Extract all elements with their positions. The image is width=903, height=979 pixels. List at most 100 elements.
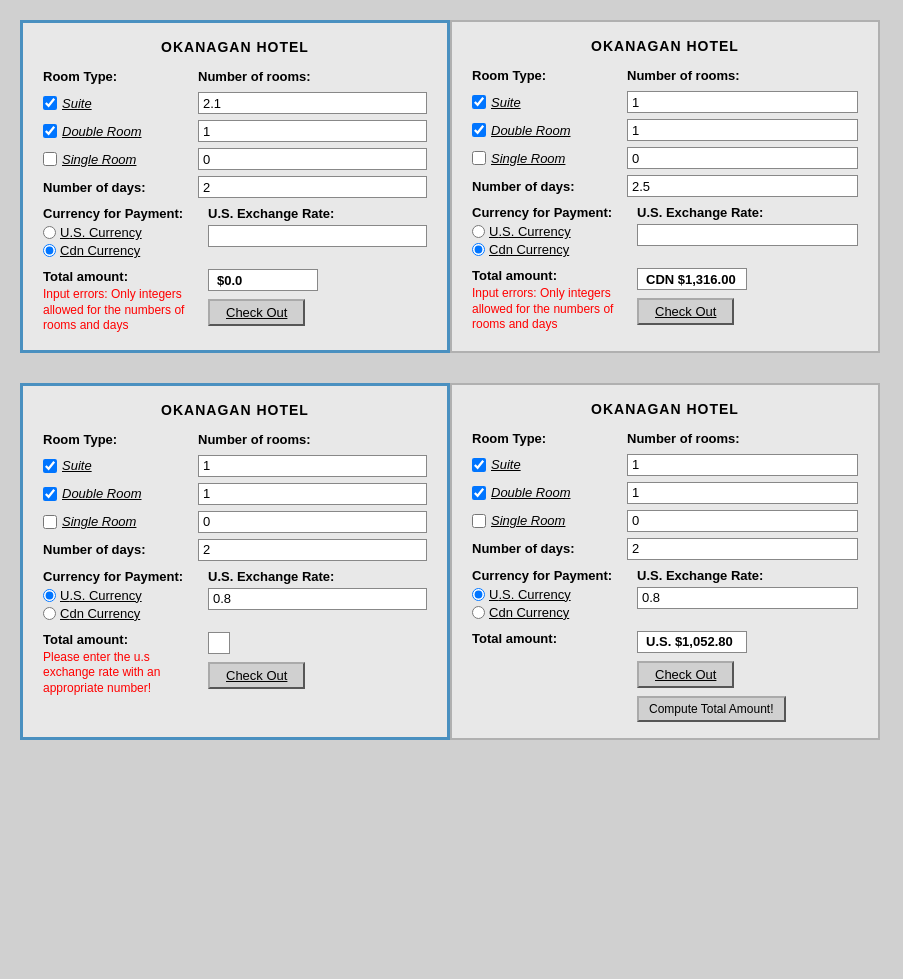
- form4-compute-button[interactable]: Compute Total Amount!: [637, 696, 786, 722]
- form1-suite-checkbox[interactable]: [43, 96, 57, 110]
- form4-total-amount: U.S. $1,052.80: [637, 631, 747, 653]
- form4-num-rooms-header: Number of rooms:: [627, 431, 858, 446]
- form4-suite-checkbox[interactable]: [472, 458, 486, 472]
- hotel-form-4: OKANAGAN HOTEL Room Type: Number of room…: [450, 383, 880, 740]
- form3-cdn-label: Cdn Currency: [60, 606, 140, 621]
- form3-single-checkbox[interactable]: [43, 515, 57, 529]
- form1-days-input[interactable]: [198, 176, 427, 198]
- form3-double-input[interactable]: [198, 483, 427, 505]
- form2-total-section: Total amount: Input errors: Only integer…: [472, 268, 858, 333]
- form1-single-checkbox[interactable]: [43, 152, 57, 166]
- form4-double-checkbox[interactable]: [472, 486, 486, 500]
- form2-us-radio[interactable]: [472, 225, 485, 238]
- form3-suite-text: Suite: [62, 458, 92, 473]
- form3-days-input[interactable]: [198, 539, 427, 561]
- form3-suite-label: Suite: [43, 458, 198, 473]
- form3-single-input-wrap: [198, 511, 427, 533]
- form3-error-text: Please enter the u.s exchange rate with …: [43, 650, 198, 697]
- form3-suite-checkbox[interactable]: [43, 459, 57, 473]
- form1-suite-input-wrap: [198, 92, 427, 114]
- form2-days-label: Number of days:: [472, 179, 627, 194]
- form2-exchange-input[interactable]: [637, 224, 858, 246]
- form4-double-row: Double Room: [472, 482, 858, 504]
- form4-days-input[interactable]: [627, 538, 858, 560]
- form4-cdn-radio[interactable]: [472, 606, 485, 619]
- form3-exchange-input[interactable]: [208, 588, 427, 610]
- form1-suite-input[interactable]: [198, 92, 427, 114]
- form2-double-checkbox[interactable]: [472, 123, 486, 137]
- form1-days-row: Number of days:: [43, 176, 427, 198]
- form1-single-input[interactable]: [198, 148, 427, 170]
- form3-suite-input[interactable]: [198, 455, 427, 477]
- form2-title: OKANAGAN HOTEL: [472, 38, 858, 54]
- form3-single-input[interactable]: [198, 511, 427, 533]
- form2-cdn-radio[interactable]: [472, 243, 485, 256]
- form3-checkout-button[interactable]: Check Out: [208, 662, 305, 689]
- form4-currency-left: Currency for Payment: U.S. Currency Cdn …: [472, 568, 627, 623]
- form3-cdn-radio-row: Cdn Currency: [43, 606, 198, 621]
- form4-total-left: Total amount:: [472, 631, 627, 646]
- form3-exchange-label: U.S. Exchange Rate:: [208, 569, 427, 584]
- form1-double-input[interactable]: [198, 120, 427, 142]
- form2-single-input[interactable]: [627, 147, 858, 169]
- form1-total-label: Total amount:: [43, 269, 198, 284]
- form1-single-input-wrap: [198, 148, 427, 170]
- form4-suite-row: Suite: [472, 454, 858, 476]
- form1-currency-left: Currency for Payment: U.S. Currency Cdn …: [43, 206, 198, 261]
- form2-total-label: Total amount:: [472, 268, 627, 283]
- form2-suite-checkbox[interactable]: [472, 95, 486, 109]
- form2-days-input-wrap: [627, 175, 858, 197]
- form4-single-checkbox[interactable]: [472, 514, 486, 528]
- form4-exchange-label: U.S. Exchange Rate:: [637, 568, 858, 583]
- form1-single-text: Single Room: [62, 152, 136, 167]
- form4-us-label: U.S. Currency: [489, 587, 571, 602]
- form4-suite-input[interactable]: [627, 454, 858, 476]
- form1-double-input-wrap: [198, 120, 427, 142]
- form1-cdn-label: Cdn Currency: [60, 243, 140, 258]
- form4-total-label: Total amount:: [472, 631, 627, 646]
- form3-double-text: Double Room: [62, 486, 142, 501]
- hotel-form-1: OKANAGAN HOTEL Room Type: Number of room…: [20, 20, 450, 353]
- form2-single-checkbox[interactable]: [472, 151, 486, 165]
- form2-double-input[interactable]: [627, 119, 858, 141]
- form4-exchange-input[interactable]: [637, 587, 858, 609]
- form2-single-input-wrap: [627, 147, 858, 169]
- form3-days-row: Number of days:: [43, 539, 427, 561]
- form2-total-right: CDN $1,316.00 Check Out: [637, 268, 858, 325]
- form1-double-checkbox[interactable]: [43, 124, 57, 138]
- form1-checkout-button[interactable]: Check Out: [208, 299, 305, 326]
- form2-total-amount: CDN $1,316.00: [637, 268, 747, 290]
- form2-days-input[interactable]: [627, 175, 858, 197]
- form4-us-radio[interactable]: [472, 588, 485, 601]
- form3-cdn-radio[interactable]: [43, 607, 56, 620]
- form2-double-input-wrap: [627, 119, 858, 141]
- form1-exchange-input[interactable]: [208, 225, 427, 247]
- form3-us-radio[interactable]: [43, 589, 56, 602]
- form4-currency-label: Currency for Payment:: [472, 568, 627, 583]
- form4-single-input[interactable]: [627, 510, 858, 532]
- form2-us-label: U.S. Currency: [489, 224, 571, 239]
- form4-total-section: Total amount: U.S. $1,052.80 Check Out C…: [472, 631, 858, 722]
- form1-us-radio[interactable]: [43, 226, 56, 239]
- form4-double-input[interactable]: [627, 482, 858, 504]
- form4-checkout-button[interactable]: Check Out: [637, 661, 734, 688]
- form4-single-text: Single Room: [491, 513, 565, 528]
- form3-double-label: Double Room: [43, 486, 198, 501]
- form3-us-radio-row: U.S. Currency: [43, 588, 198, 603]
- form2-suite-input[interactable]: [627, 91, 858, 113]
- form2-checkout-button[interactable]: Check Out: [637, 298, 734, 325]
- form3-suite-row: Suite: [43, 455, 427, 477]
- form3-single-row: Single Room: [43, 511, 427, 533]
- form4-days-row: Number of days:: [472, 538, 858, 560]
- form4-cdn-radio-row: Cdn Currency: [472, 605, 627, 620]
- form1-cdn-radio[interactable]: [43, 244, 56, 257]
- form2-double-text: Double Room: [491, 123, 571, 138]
- form4-days-label: Number of days:: [472, 541, 627, 556]
- form3-suite-input-wrap: [198, 455, 427, 477]
- form1-total-left: Total amount: Input errors: Only integer…: [43, 269, 198, 334]
- form3-double-checkbox[interactable]: [43, 487, 57, 501]
- form2-single-label: Single Room: [472, 151, 627, 166]
- form1-days-input-wrap: [198, 176, 427, 198]
- form1-headers: Room Type: Number of rooms:: [43, 69, 427, 84]
- form1-exchange-right: U.S. Exchange Rate:: [208, 206, 427, 261]
